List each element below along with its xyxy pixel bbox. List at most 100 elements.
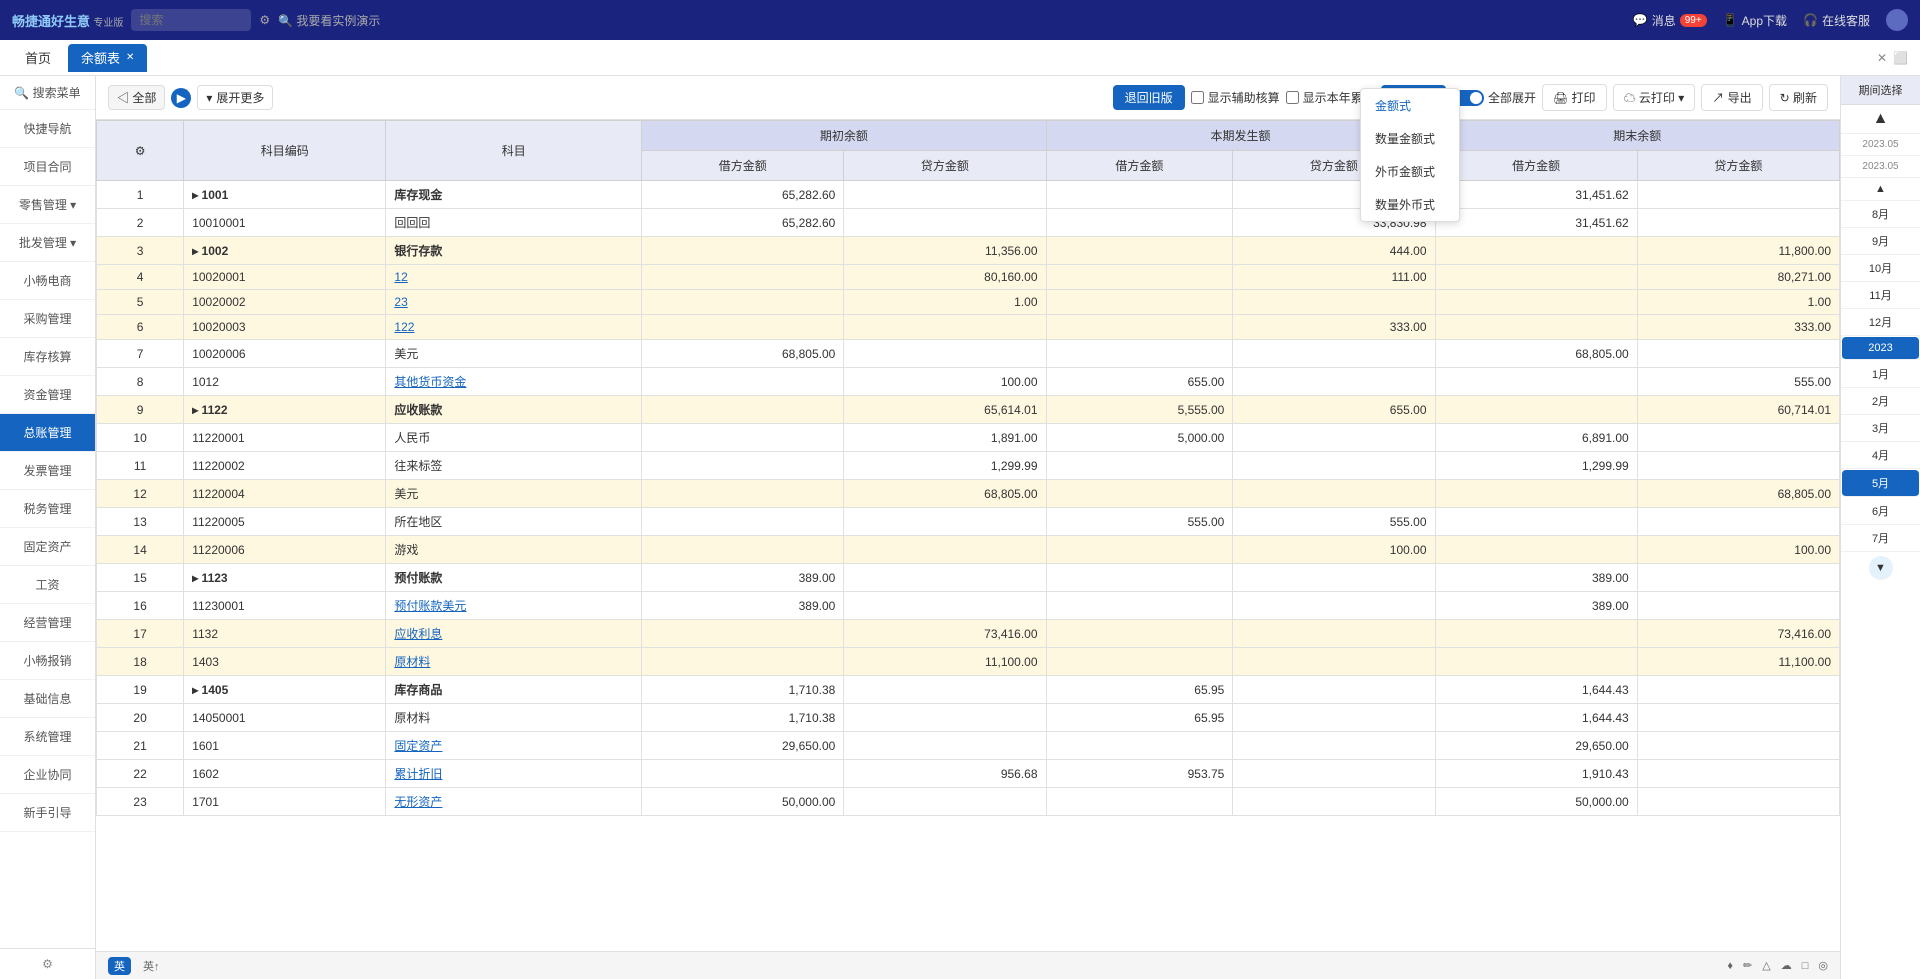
sidebar-item-invoice[interactable]: 发票管理 (0, 452, 95, 490)
row-name[interactable]: 122 (386, 315, 642, 340)
format-option-amount[interactable]: 金额式 (1361, 89, 1459, 122)
account-link[interactable]: 23 (394, 295, 407, 309)
account-link[interactable]: 无形资产 (394, 795, 442, 809)
account-link[interactable]: 累计折旧 (394, 767, 442, 781)
print-btn[interactable]: 🖨 打印 (1542, 84, 1607, 111)
account-link[interactable]: 122 (394, 320, 414, 334)
row-cl-credit: 1.00 (1637, 290, 1839, 315)
row-name[interactable]: 其他货币资金 (386, 368, 642, 396)
message-btn[interactable]: 💬 消息 99+ (1633, 12, 1707, 29)
sidebar-item-operation[interactable]: 经营管理 (0, 604, 95, 642)
sidebar-item-ledger[interactable]: 总账管理 (0, 414, 95, 452)
right-panel-jan[interactable]: 1月 (1841, 361, 1920, 388)
right-panel-oct[interactable]: 10月 (1841, 255, 1920, 282)
refresh-btn[interactable]: ↻ 刷新 (1769, 84, 1828, 111)
row-name[interactable]: 预付账款美元 (386, 592, 642, 620)
right-panel-aug[interactable]: 8月 (1841, 201, 1920, 228)
tab-home[interactable]: 首页 (12, 44, 64, 72)
window-expand-icon[interactable]: ⬜ (1893, 51, 1908, 65)
row-pd-debit (1046, 340, 1233, 368)
account-link[interactable]: 预付账款美元 (394, 599, 466, 613)
right-panel-year-2023-end[interactable]: 2023.05 (1841, 156, 1920, 178)
tab-balance-sheet[interactable]: 余额表 ✕ (68, 44, 147, 72)
sidebar-item-system[interactable]: 系统管理 (0, 718, 95, 756)
cloud-print-btn[interactable]: ☁ 云打印 ▾ (1613, 84, 1696, 111)
right-panel-jun[interactable]: 6月 (1841, 498, 1920, 525)
toolbar-right: 退回旧版 显示辅助核算 显示本年累计 金额式 ▾ 全部展开 🖨 打印 (1113, 84, 1828, 111)
show-auxiliary-checkbox[interactable] (1191, 91, 1204, 104)
sidebar-item-contract[interactable]: 项目合同 (0, 148, 95, 186)
account-link[interactable]: 其他货币资金 (394, 375, 466, 389)
row-name[interactable]: 固定资产 (386, 732, 642, 760)
format-option-qty-foreign[interactable]: 数量外币式 (1361, 188, 1459, 221)
format-option-foreign-amount[interactable]: 外币金额式 (1361, 155, 1459, 188)
right-panel-expand-up[interactable]: ▲ (1841, 178, 1920, 201)
account-link[interactable]: 原材料 (394, 655, 430, 669)
show-ytd-checkbox[interactable] (1286, 91, 1299, 104)
row-cl-debit: 68,805.00 (1435, 340, 1637, 368)
app-download-btn[interactable]: 📱 App下载 (1723, 12, 1787, 29)
account-link[interactable]: 应收利息 (394, 627, 442, 641)
row-name[interactable]: 累计折旧 (386, 760, 642, 788)
sidebar-item-assets[interactable]: 固定资产 (0, 528, 95, 566)
expand-label: 展开更多 (216, 89, 264, 106)
sidebar-item-basic[interactable]: 基础信息 (0, 680, 95, 718)
export-btn[interactable]: ↗ 导出 (1701, 84, 1762, 111)
account-link[interactable]: 固定资产 (394, 739, 442, 753)
settings-top-icon[interactable]: ⚙ (259, 13, 270, 27)
right-panel-dec[interactable]: 12月 (1841, 309, 1920, 336)
row-name[interactable]: 原材料 (386, 648, 642, 676)
right-panel-year-2023-start[interactable]: 2023.05 (1841, 134, 1920, 156)
right-panel-may[interactable]: 5月 (1842, 470, 1919, 497)
sidebar-item-inventory[interactable]: 库存核算 (0, 338, 95, 376)
status-icon-2: ♦ (1727, 960, 1733, 972)
row-op-credit: 956.68 (844, 760, 1046, 788)
sidebar-item-collab[interactable]: 企业协同 (0, 756, 95, 794)
row-name[interactable]: 应收利息 (386, 620, 642, 648)
right-panel-apr[interactable]: 4月 (1841, 442, 1920, 469)
sidebar-item-ecommerce[interactable]: 小畅电商 (0, 262, 95, 300)
sidebar-item-guide[interactable]: 新手引导 (0, 794, 95, 832)
demo-link[interactable]: 🔍 我要看实例演示 (278, 12, 380, 29)
sidebar-item-expense[interactable]: 小畅报销 (0, 642, 95, 680)
right-panel-jul[interactable]: 7月 (1841, 525, 1920, 552)
sidebar-item-payroll[interactable]: 工资 (0, 566, 95, 604)
user-avatar[interactable] (1886, 9, 1908, 31)
sidebar-item-retail[interactable]: 零售管理 ▾ (0, 186, 95, 224)
row-name[interactable]: 无形资产 (386, 788, 642, 816)
right-panel-collapse[interactable]: ▲ (1841, 105, 1920, 134)
right-panel-feb[interactable]: 2月 (1841, 388, 1920, 415)
sidebar-item-finance[interactable]: 资金管理 (0, 376, 95, 414)
tab-close-icon[interactable]: ✕ (126, 52, 134, 63)
right-panel-expand-down[interactable]: ▼ (1869, 556, 1893, 580)
sidebar-search[interactable]: 🔍 搜索菜单 (0, 76, 95, 110)
right-panel-sep[interactable]: 9月 (1841, 228, 1920, 255)
right-panel-nov[interactable]: 11月 (1841, 282, 1920, 309)
sidebar-item-purchase[interactable]: 采购管理 (0, 300, 95, 338)
row-op-credit: 65,614.01 (844, 396, 1046, 424)
row-pd-credit (1233, 452, 1435, 480)
row-code: 1601 (184, 732, 386, 760)
return-old-btn[interactable]: 退回旧版 (1113, 85, 1185, 110)
right-panel-mar[interactable]: 3月 (1841, 415, 1920, 442)
sidebar-item-tax[interactable]: 税务管理 (0, 490, 95, 528)
th-settings[interactable]: ⚙ (97, 121, 184, 181)
nav-forward-btn[interactable]: ▶ (171, 88, 191, 108)
nav-all-btn[interactable]: ◁ 全部 (108, 85, 165, 110)
row-cl-debit: 389.00 (1435, 592, 1637, 620)
online-service-btn[interactable]: 🎧 在线客服 (1803, 12, 1870, 29)
expand-more-btn[interactable]: ▾ 展开更多 (197, 85, 273, 110)
top-search-input[interactable] (131, 9, 251, 31)
row-name[interactable]: 23 (386, 290, 642, 315)
right-panel-year-2023[interactable]: 2023 (1842, 337, 1919, 360)
sidebar-item-quicknav[interactable]: 快捷导航 (0, 110, 95, 148)
account-link[interactable]: 12 (394, 270, 407, 284)
row-pd-credit (1233, 424, 1435, 452)
content-area: ◁ 全部 ▶ ▾ 展开更多 退回旧版 显示辅助核算 显示本年累计 金额式 (96, 76, 1840, 979)
window-close-icon[interactable]: ✕ (1877, 51, 1887, 65)
format-option-qty-amount[interactable]: 数量金额式 (1361, 122, 1459, 155)
row-name[interactable]: 12 (386, 265, 642, 290)
status-lang-btn[interactable]: 英 (108, 957, 131, 975)
sidebar-item-wholesale[interactable]: 批发管理 ▾ (0, 224, 95, 262)
sidebar-settings[interactable]: ⚙ (0, 948, 95, 979)
